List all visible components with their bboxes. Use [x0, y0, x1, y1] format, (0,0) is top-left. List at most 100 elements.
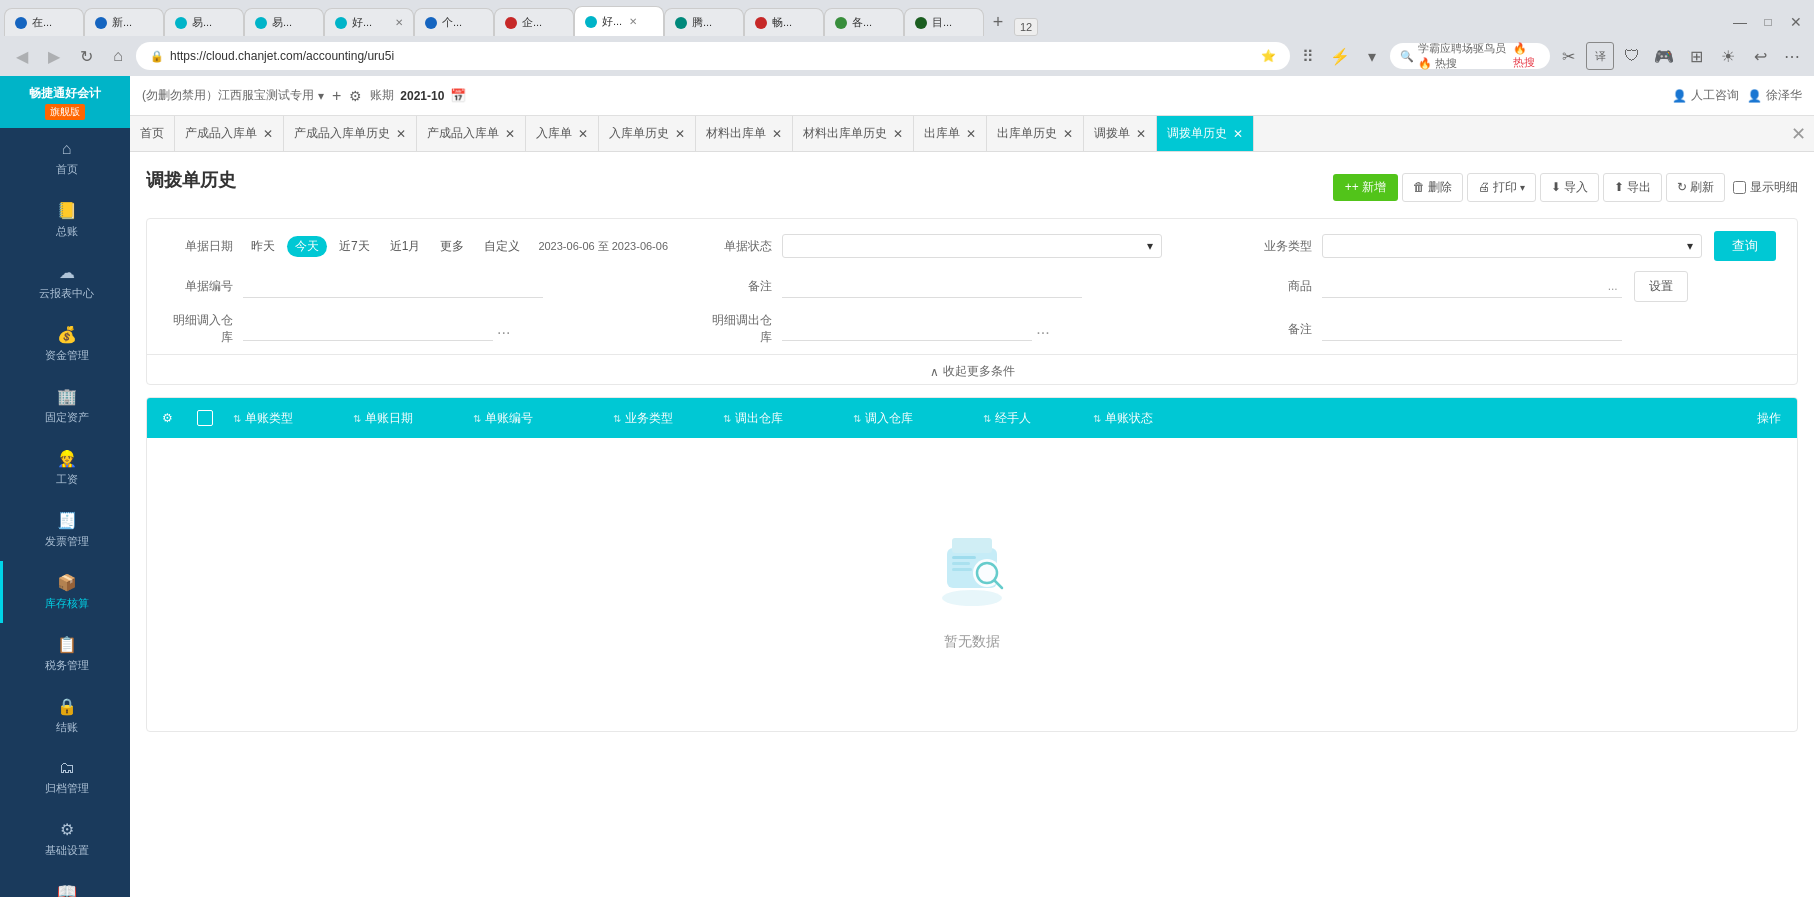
lightning-btn[interactable]: ⚡: [1326, 42, 1354, 70]
forward-btn[interactable]: ▶: [40, 42, 68, 70]
page-tab-ccrk[interactable]: 产成品入库单 ✕: [175, 116, 284, 152]
sidebar-item-close[interactable]: 🔒 结账: [0, 685, 130, 747]
browser-tab-t2[interactable]: 易...: [164, 8, 244, 36]
date-more[interactable]: 更多: [432, 236, 472, 257]
th-settings[interactable]: ⚙: [147, 411, 187, 425]
th-date[interactable]: 单账日期: [343, 410, 463, 427]
browser-tab-t6[interactable]: 企...: [494, 8, 574, 36]
page-tab-rkdlish[interactable]: 入库单历史 ✕: [599, 116, 696, 152]
page-tab-dbd[interactable]: 调拨单 ✕: [1084, 116, 1157, 152]
add-btn[interactable]: + + 新增: [1333, 174, 1398, 201]
address-bar[interactable]: 🔒 https://cloud.chanjet.com/accounting/u…: [136, 42, 1290, 70]
browser-tab-active[interactable]: 好... ✕: [574, 6, 664, 36]
browser-tab-t1[interactable]: 在...: [4, 8, 84, 36]
scissors-btn[interactable]: ✂: [1554, 42, 1582, 70]
shield-btn[interactable]: 🛡: [1618, 42, 1646, 70]
number-filter-input[interactable]: [243, 275, 543, 298]
th-out[interactable]: 调出仓库: [713, 410, 843, 427]
home-btn[interactable]: ⌂: [104, 42, 132, 70]
browser-tab-t4[interactable]: 好... ✕: [324, 8, 414, 36]
consultant-btn[interactable]: 👤 人工咨询: [1672, 87, 1739, 104]
tab-close-clckdlish[interactable]: ✕: [893, 127, 903, 141]
tab-close-t4[interactable]: ✕: [395, 17, 403, 28]
select-all-checkbox[interactable]: [197, 410, 213, 426]
page-tab-ckdlish[interactable]: 出库单历史 ✕: [987, 116, 1084, 152]
menu-btn[interactable]: ⋯: [1778, 42, 1806, 70]
tab-close-ckd[interactable]: ✕: [966, 127, 976, 141]
translate-btn[interactable]: 译: [1586, 42, 1614, 70]
page-tab-ccrklish[interactable]: 产成品入库单历史 ✕: [284, 116, 417, 152]
gear-settings-btn[interactable]: ⚙: [349, 88, 362, 104]
settings-btn[interactable]: 设置: [1634, 271, 1688, 302]
browser-tab-t-new[interactable]: 新...: [84, 8, 164, 36]
import-btn[interactable]: ⬇ 导入: [1540, 173, 1599, 202]
sidebar-item-guide[interactable]: 📖 新手引导: [0, 870, 130, 897]
page-tab-dbdlish[interactable]: 调拨单历史 ✕: [1157, 116, 1254, 152]
sidebar-item-ledger[interactable]: 📒 总账: [0, 189, 130, 251]
print-btn[interactable]: 🖨 打印 ▾: [1467, 173, 1536, 202]
dropdown-btn[interactable]: ▾: [1358, 42, 1386, 70]
page-tab-clckd[interactable]: 材料出库单 ✕: [696, 116, 793, 152]
tab-close-dbdlish[interactable]: ✕: [1233, 127, 1243, 141]
calendar-icon[interactable]: 📅: [450, 88, 466, 103]
date-yesterday[interactable]: 昨天: [243, 236, 283, 257]
tab-close-ccrklish[interactable]: ✕: [396, 127, 406, 141]
tab-close-rkdlish[interactable]: ✕: [675, 127, 685, 141]
page-tab-ckd[interactable]: 出库单 ✕: [914, 116, 987, 152]
th-type[interactable]: 单账类型: [223, 410, 343, 427]
tab-add-button[interactable]: +: [984, 8, 1012, 36]
back-btn[interactable]: ◀: [8, 42, 36, 70]
refresh-btn[interactable]: ↻ 刷新: [1666, 173, 1725, 202]
add-company-btn[interactable]: +: [332, 87, 341, 105]
reload-btn[interactable]: ↻: [72, 42, 100, 70]
grid-btn[interactable]: ⊞: [1682, 42, 1710, 70]
sidebar-item-fund[interactable]: 💰 资金管理: [0, 313, 130, 375]
browser-tab-t10[interactable]: 各...: [824, 8, 904, 36]
browser-tab-t5[interactable]: 个...: [414, 8, 494, 36]
page-tab-clckdlish[interactable]: 材料出库单历史 ✕: [793, 116, 914, 152]
date-custom[interactable]: 自定义: [476, 236, 528, 257]
theme-btn[interactable]: ☀: [1714, 42, 1742, 70]
minimize-btn[interactable]: —: [1726, 8, 1754, 36]
th-num[interactable]: 单账编号: [463, 410, 603, 427]
th-checkbox[interactable]: [187, 410, 223, 426]
out-warehouse-input[interactable]: [782, 318, 1032, 341]
query-btn[interactable]: 查询: [1714, 231, 1776, 261]
status-select[interactable]: ▾: [782, 234, 1162, 258]
company-selector[interactable]: (勿删勿禁用）江西服宝测试专用 ▾: [142, 87, 324, 104]
display-detail-checkbox[interactable]: [1733, 181, 1746, 194]
page-tab-home[interactable]: 首页: [130, 116, 175, 152]
sidebar-item-report[interactable]: ☁ 云报表中心: [0, 251, 130, 313]
browser-tab-t9[interactable]: 畅...: [744, 8, 824, 36]
sidebar-item-archive[interactable]: 🗂 归档管理: [0, 747, 130, 808]
tab-close-active[interactable]: ✕: [629, 16, 637, 27]
page-tab-ccrk2[interactable]: 产成品入库单 ✕: [417, 116, 526, 152]
close-window-btn[interactable]: ✕: [1782, 8, 1810, 36]
biztype-select[interactable]: ▾: [1322, 234, 1702, 258]
note-filter-input[interactable]: [1322, 318, 1622, 341]
tabs-close-all-btn[interactable]: ✕: [1783, 116, 1814, 152]
tab-close-ccrk[interactable]: ✕: [263, 127, 273, 141]
sidebar-item-inventory[interactable]: 📦 库存核算: [0, 561, 130, 623]
tab-close-ccrk2[interactable]: ✕: [505, 127, 515, 141]
sidebar-item-tax[interactable]: 📋 税务管理: [0, 623, 130, 685]
browser-tab-t8[interactable]: 腾...: [664, 8, 744, 36]
th-status[interactable]: 单账状态: [1083, 410, 1193, 427]
sidebar-item-wage[interactable]: 👷 工资: [0, 437, 130, 499]
out-warehouse-dots[interactable]: ...: [1036, 320, 1049, 338]
th-person[interactable]: 经手人: [973, 410, 1083, 427]
sidebar-item-settings[interactable]: ⚙ 基础设置: [0, 808, 130, 870]
collapse-filter-btn[interactable]: ∧ 收起更多条件: [147, 354, 1797, 384]
extensions-btn[interactable]: ⠿: [1294, 42, 1322, 70]
date-today[interactable]: 今天: [287, 236, 327, 257]
sidebar-item-asset[interactable]: 🏢 固定资产: [0, 375, 130, 437]
browser-tab-t3[interactable]: 易...: [244, 8, 324, 36]
in-warehouse-dots[interactable]: ...: [497, 320, 510, 338]
browser-tab-t11[interactable]: 目...: [904, 8, 984, 36]
th-in[interactable]: 调入仓库: [843, 410, 973, 427]
in-warehouse-input[interactable]: [243, 318, 493, 341]
game-btn[interactable]: 🎮: [1650, 42, 1678, 70]
goods-filter-input[interactable]: ...: [1322, 275, 1622, 298]
page-tab-rkd[interactable]: 入库单 ✕: [526, 116, 599, 152]
user-info[interactable]: 👤 徐泽华: [1747, 87, 1802, 104]
